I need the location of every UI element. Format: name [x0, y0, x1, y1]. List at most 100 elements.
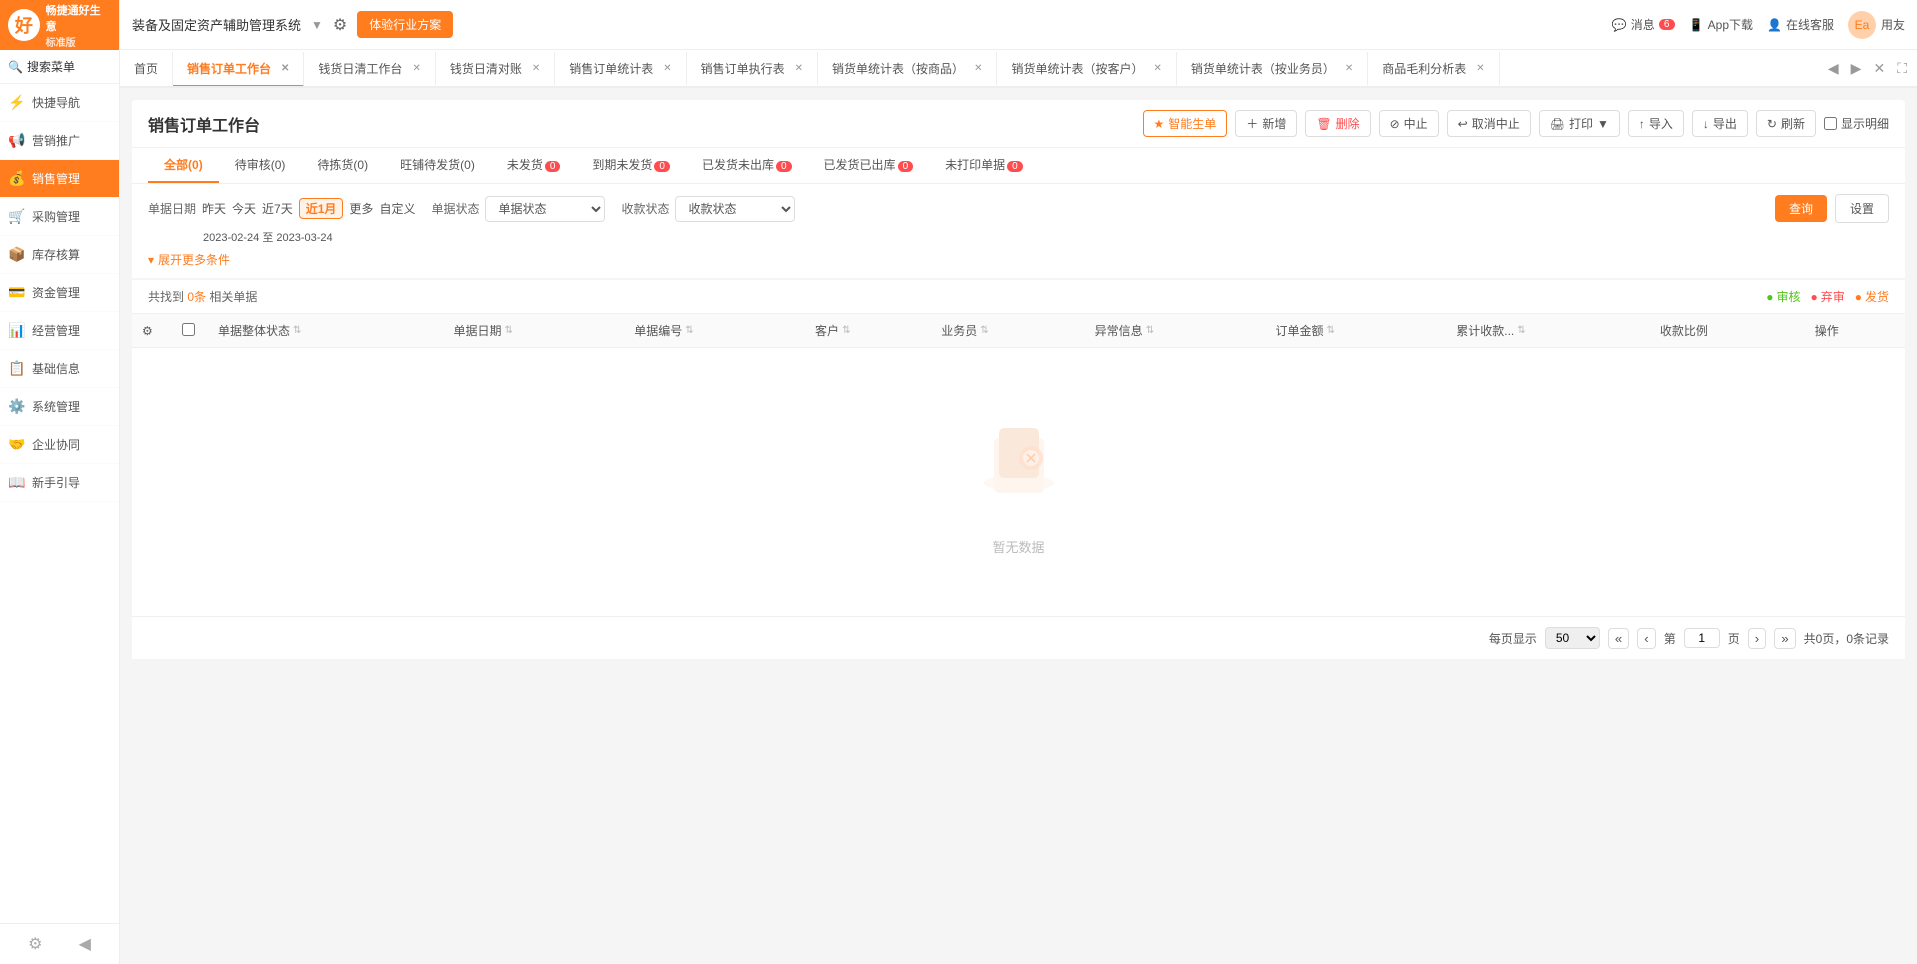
- export-button[interactable]: ↓ 导出: [1692, 110, 1748, 137]
- tab-sales-order[interactable]: 销售订单工作台 ✕: [173, 52, 304, 87]
- delete-button[interactable]: 🗑 删除: [1305, 110, 1370, 137]
- message-button[interactable]: 💬 消息 6: [1612, 16, 1675, 33]
- sidebar-item-cooperation[interactable]: 🤝 企业协同: [0, 426, 119, 464]
- sidebar-item-sales[interactable]: 💰 销售管理: [0, 160, 119, 198]
- sidebar-item-inventory[interactable]: 📦 库存核算: [0, 236, 119, 274]
- ship-action-button[interactable]: ● 发货: [1855, 288, 1889, 305]
- import-button[interactable]: ↑ 导入: [1628, 110, 1684, 137]
- tab-sales-exec[interactable]: 销售订单执行表 ✕: [687, 52, 818, 85]
- sidebar-item-marketing[interactable]: 📢 营销推广: [0, 122, 119, 160]
- sidebar-item-finance[interactable]: 💳 资金管理: [0, 274, 119, 312]
- header-settings-icon[interactable]: ⚙: [333, 15, 347, 35]
- page-number-input[interactable]: [1684, 628, 1720, 648]
- import-label: 导入: [1649, 115, 1673, 132]
- sort-salesperson[interactable]: 业务员: [941, 322, 1074, 339]
- tab-cash-reconcile[interactable]: 钱货日清对账 ✕: [436, 52, 555, 85]
- tab-home[interactable]: 首页: [120, 52, 173, 85]
- tab-close-gross-profit[interactable]: ✕: [1476, 63, 1484, 74]
- table-scroll-container[interactable]: ⚙ 单据整体状态 单据日期 单据编号: [132, 314, 1905, 348]
- last-page-button[interactable]: »: [1774, 628, 1795, 649]
- refresh-button[interactable]: ↻ 刷新: [1756, 110, 1816, 137]
- print-button[interactable]: 🖨 打印 ▼: [1539, 110, 1620, 137]
- tab-sales-bill-product[interactable]: 销货单统计表（按商品） ✕: [818, 52, 997, 85]
- tab-close-sales-bill-product[interactable]: ✕: [974, 63, 982, 74]
- date-opt-yesterday[interactable]: 昨天: [202, 200, 226, 217]
- tab-sales-bill-customer[interactable]: 销货单统计表（按客户） ✕: [997, 52, 1176, 85]
- sub-tab-pending-review[interactable]: 待审核(0): [219, 148, 302, 183]
- date-opt-7days[interactable]: 近7天: [262, 200, 293, 217]
- sub-tab-expired-not-shipped[interactable]: 到期未发货0: [576, 148, 686, 183]
- collapse-sidebar-icon[interactable]: ◀: [79, 934, 91, 954]
- review-action-button[interactable]: ● 审核: [1766, 288, 1800, 305]
- tab-fullscreen[interactable]: ⛶: [1893, 58, 1911, 79]
- next-page-button[interactable]: ›: [1748, 628, 1766, 649]
- sub-tab-not-printed[interactable]: 未打印单据0: [929, 148, 1039, 183]
- settings-bottom-icon[interactable]: ⚙: [28, 934, 42, 954]
- cancel-review-action-button[interactable]: ● 弃审: [1810, 288, 1844, 305]
- date-opt-more[interactable]: 更多: [349, 200, 373, 217]
- sub-tab-pending-inspect[interactable]: 待拣货(0): [301, 148, 384, 183]
- first-page-button[interactable]: «: [1608, 628, 1629, 649]
- payment-status-select[interactable]: 收款状态: [675, 196, 795, 222]
- tab-close-all[interactable]: ✕: [1869, 58, 1889, 79]
- add-button[interactable]: ＋ 新增: [1235, 110, 1297, 137]
- show-detail-checkbox-label[interactable]: 显示明细: [1824, 115, 1889, 132]
- tab-gross-profit[interactable]: 商品毛利分析表 ✕: [1368, 52, 1499, 85]
- date-opt-custom[interactable]: 自定义: [379, 200, 415, 217]
- sort-customer[interactable]: 客户: [815, 322, 921, 339]
- user-area[interactable]: Ea 用友: [1848, 11, 1905, 39]
- sort-exception[interactable]: 异常信息: [1095, 322, 1256, 339]
- expand-filters-button[interactable]: ▾ 展开更多条件: [148, 251, 1889, 268]
- sidebar-item-system[interactable]: ⚙️ 系统管理: [0, 388, 119, 426]
- sub-tab-wangpu[interactable]: 旺铺待发货(0): [384, 148, 491, 183]
- sub-tab-all[interactable]: 全部(0): [148, 148, 219, 183]
- not-shipped-badge: 0: [545, 161, 561, 172]
- tab-close-cash-reconcile[interactable]: ✕: [532, 63, 540, 74]
- prev-page-button[interactable]: ‹: [1637, 628, 1655, 649]
- sidebar-item-guide[interactable]: 📖 新手引导: [0, 464, 119, 502]
- online-service-button[interactable]: 👤 在线客服: [1767, 16, 1834, 33]
- select-all-checkbox[interactable]: [182, 323, 195, 336]
- date-opt-today[interactable]: 今天: [232, 200, 256, 217]
- per-page-select[interactable]: 50 10 20 100: [1545, 627, 1600, 649]
- app-download-button[interactable]: 📱 App下载: [1689, 16, 1753, 33]
- tab-close-sales-stats[interactable]: ✕: [663, 63, 671, 74]
- stop-button[interactable]: ⊘ 中止: [1379, 110, 1439, 137]
- solution-button[interactable]: 体验行业方案: [357, 11, 453, 38]
- sidebar-item-basic[interactable]: 📋 基础信息: [0, 350, 119, 388]
- sort-bill-no[interactable]: 单据编号: [634, 322, 795, 339]
- sort-bill-status[interactable]: 单据整体状态: [218, 322, 433, 339]
- sub-tab-shipped-out[interactable]: 已发货已出库0: [808, 148, 930, 183]
- cancel-stop-button[interactable]: ↩ 取消中止: [1447, 110, 1531, 137]
- tab-close-sales-bill-customer[interactable]: ✕: [1153, 63, 1161, 74]
- show-detail-checkbox[interactable]: [1824, 117, 1837, 130]
- th-checkbox[interactable]: [172, 314, 208, 348]
- sidebar-item-purchase[interactable]: 🛒 采购管理: [0, 198, 119, 236]
- date-opt-1month[interactable]: 近1月: [299, 198, 344, 219]
- tab-sales-bill-staff[interactable]: 销货单统计表（按业务员） ✕: [1177, 52, 1368, 85]
- sort-amount[interactable]: 订单金额: [1275, 322, 1436, 339]
- sidebar-item-operation[interactable]: 📊 经营管理: [0, 312, 119, 350]
- bill-status-select[interactable]: 单据状态: [485, 196, 605, 222]
- tab-sales-stats[interactable]: 销售订单统计表 ✕: [555, 52, 686, 85]
- system-dropdown-icon[interactable]: ▼: [311, 18, 323, 32]
- tab-cash-daily[interactable]: 钱货日清工作台 ✕: [304, 52, 435, 85]
- th-settings[interactable]: ⚙: [132, 314, 172, 348]
- system-name: 装备及固定资产辅助管理系统: [132, 15, 301, 34]
- sort-collected[interactable]: 累计收款...: [1456, 322, 1640, 339]
- tab-close-sales-exec[interactable]: ✕: [795, 63, 803, 74]
- smart-generate-button[interactable]: ★ 智能生单: [1143, 110, 1228, 137]
- query-button[interactable]: 查询: [1775, 195, 1827, 222]
- sidebar-item-search[interactable]: 🔍 搜索菜单: [0, 50, 119, 84]
- th-salesperson: 业务员: [931, 314, 1084, 348]
- sidebar-item-quick-nav[interactable]: ⚡ 快捷导航: [0, 84, 119, 122]
- tab-close-sales-order[interactable]: ✕: [281, 63, 289, 74]
- tab-nav-next[interactable]: ▶: [1847, 58, 1866, 79]
- tab-nav-prev[interactable]: ◀: [1824, 58, 1843, 79]
- tab-close-sales-bill-staff[interactable]: ✕: [1345, 63, 1353, 74]
- set-button[interactable]: 设置: [1835, 194, 1889, 223]
- sub-tab-shipped-not-in[interactable]: 已发货未出库0: [686, 148, 808, 183]
- sub-tab-not-shipped[interactable]: 未发货0: [491, 148, 577, 183]
- sort-date[interactable]: 单据日期: [453, 322, 614, 339]
- tab-close-cash-daily[interactable]: ✕: [412, 63, 420, 74]
